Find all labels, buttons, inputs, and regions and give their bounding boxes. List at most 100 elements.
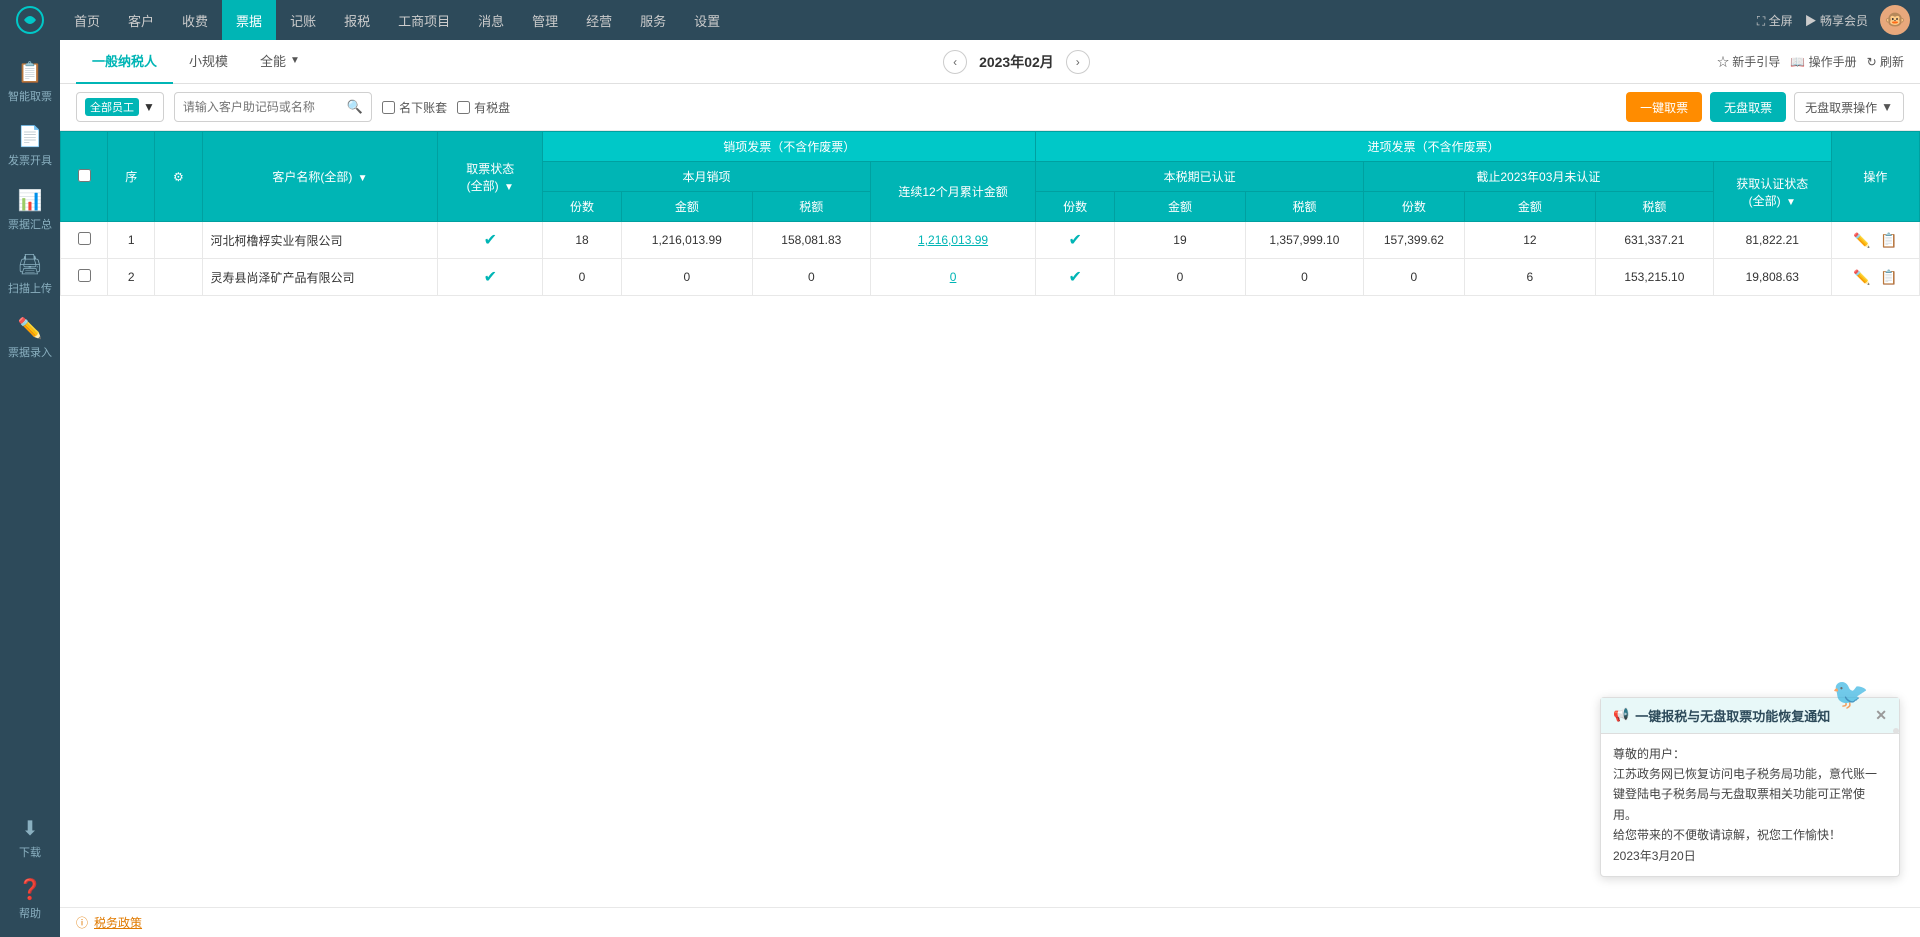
nav-settings[interactable]: 设置 bbox=[680, 0, 734, 40]
row2-action: ✏️ 📋 bbox=[1831, 259, 1919, 296]
row1-accum-12: 1,216,013.99 bbox=[870, 222, 1036, 259]
tab-small-scale[interactable]: 小规模 bbox=[173, 40, 244, 84]
row2-cert-check-icon: ✔ bbox=[1068, 269, 1081, 286]
row2-select-checkbox[interactable] bbox=[78, 269, 91, 282]
th-input-this-period: 本税期已认证 bbox=[1036, 162, 1364, 192]
account-filter-label[interactable]: 名下账套 bbox=[382, 99, 447, 116]
nav-account[interactable]: 记账 bbox=[276, 0, 330, 40]
th-customer-name: 客户名称(全部) ▼ bbox=[202, 132, 438, 222]
account-filter-text: 名下账套 bbox=[399, 99, 447, 116]
nav-message[interactable]: 消息 bbox=[464, 0, 518, 40]
guide-btn[interactable]: ☆ 新手引导 bbox=[1717, 53, 1780, 70]
nav-fee[interactable]: 收费 bbox=[168, 0, 222, 40]
tab-row: 一般纳税人 小规模 全能 ▼ ‹ 2023年02月 › ☆ 新手引导 📖 操作手… bbox=[60, 40, 1920, 84]
th-input-this-count: 份数 bbox=[1036, 192, 1115, 222]
next-month-btn[interactable]: › bbox=[1066, 50, 1090, 74]
row2-input-not-amount: 153,215.10 bbox=[1595, 259, 1713, 296]
nav-business[interactable]: 工商项目 bbox=[384, 0, 464, 40]
scan-upload-icon: 🖨 bbox=[17, 252, 42, 277]
search-icon[interactable]: 🔍 bbox=[347, 99, 363, 115]
th-seq: 序 bbox=[108, 132, 155, 222]
sidebar-item-label-smart-ticket: 智能取票 bbox=[8, 88, 52, 104]
fullscreen-btn[interactable]: ⛶ 全屏 bbox=[1757, 12, 1793, 29]
nav-tax[interactable]: 报税 bbox=[330, 0, 384, 40]
sidebar-item-label-invoice-entry: 票据录入 bbox=[8, 344, 52, 360]
sidebar-item-download[interactable]: ⬇ 下载 bbox=[0, 810, 60, 866]
tax-policy-link[interactable]: 税务政策 bbox=[94, 914, 142, 931]
sidebar-item-invoice-summary[interactable]: 📊 票据汇总 bbox=[0, 178, 60, 242]
diskless-op-label: 无盘取票操作 bbox=[1805, 99, 1877, 116]
notification-icon: 📢 bbox=[1613, 707, 1629, 723]
sidebar-item-invoice-entry[interactable]: ✏️ 票据录入 bbox=[0, 306, 60, 370]
nav-customer[interactable]: 客户 bbox=[114, 0, 168, 40]
diskless-ticket-operation-btn[interactable]: 无盘取票操作 ▼ bbox=[1794, 92, 1904, 122]
employee-filter[interactable]: 全部员工 ▼ bbox=[76, 92, 164, 122]
row2-checkbox bbox=[61, 259, 108, 296]
row1-select-checkbox[interactable] bbox=[78, 232, 91, 245]
top-navigation: 首页 客户 收费 票据 记账 报税 工商项目 消息 管理 经营 服务 设置 ⛶ … bbox=[0, 0, 1920, 40]
th-input-this-amount: 金额 bbox=[1114, 192, 1245, 222]
ticket-status-filter-icon[interactable]: ▼ bbox=[504, 182, 514, 193]
sidebar-bottom: ⬇ 下载 ❓ 帮助 bbox=[0, 810, 60, 927]
app-logo bbox=[10, 0, 50, 40]
row2-accum-12: 0 bbox=[870, 259, 1036, 296]
sidebar-item-help[interactable]: ❓ 帮助 bbox=[0, 871, 60, 927]
row1-input-not-amount: 631,337.21 bbox=[1595, 222, 1713, 259]
manual-btn[interactable]: 📖 操作手册 bbox=[1790, 53, 1856, 70]
current-month-label: 2023年02月 bbox=[979, 52, 1054, 72]
th-accum-12: 连续12个月累计金额 bbox=[870, 162, 1036, 222]
select-all-checkbox[interactable] bbox=[78, 169, 91, 182]
tab-all-label: 全能 bbox=[260, 51, 286, 70]
one-click-ticket-btn[interactable]: 一键取票 bbox=[1626, 92, 1702, 122]
customer-filter-icon[interactable]: ▼ bbox=[358, 173, 368, 184]
diskless-ticket-btn[interactable]: 无盘取票 bbox=[1710, 92, 1786, 122]
cert-status-filter-icon[interactable]: ▼ bbox=[1786, 197, 1796, 208]
notification-body: 尊敬的用户： 江苏政务网已恢复访问电子税务局功能，意代账一键登陆电子税务局与无盘… bbox=[1601, 734, 1899, 876]
row1-settings bbox=[155, 222, 202, 259]
tab-all[interactable]: 全能 ▼ bbox=[244, 40, 316, 84]
row1-detail-icon[interactable]: 📋 bbox=[1880, 232, 1897, 248]
row1-edit-icon[interactable]: ✏️ bbox=[1853, 232, 1870, 248]
sidebar-item-scan-upload[interactable]: 🖨 扫描上传 bbox=[0, 242, 60, 306]
row2-seq: 2 bbox=[108, 259, 155, 296]
user-avatar[interactable]: 🐵 bbox=[1880, 5, 1910, 35]
tax-device-filter-label[interactable]: 有税盘 bbox=[457, 99, 510, 116]
tab-all-dropdown-icon[interactable]: ▼ bbox=[290, 55, 300, 66]
row2-edit-icon[interactable]: ✏️ bbox=[1853, 269, 1870, 285]
vip-btn[interactable]: ▶ 畅享会员 bbox=[1805, 12, 1868, 29]
th-input-this-tax: 税额 bbox=[1245, 192, 1363, 222]
tax-policy-icon: ⓘ bbox=[76, 914, 88, 931]
notification-scrollbar[interactable] bbox=[1893, 728, 1899, 734]
sidebar-item-smart-ticket[interactable]: 📋 智能取票 bbox=[0, 50, 60, 114]
tax-device-filter-checkbox[interactable] bbox=[457, 101, 470, 114]
customer-search-input[interactable] bbox=[183, 100, 343, 114]
toolbar: 全部员工 ▼ 🔍 名下账套 有税盘 一键取票 无盘取票 无盘取票操作 ▼ bbox=[60, 84, 1920, 131]
bottom-status-bar: ⓘ 税务政策 bbox=[60, 907, 1920, 937]
sidebar-item-invoice-open[interactable]: 📄 发票开具 bbox=[0, 114, 60, 178]
nav-manage[interactable]: 管理 bbox=[518, 0, 572, 40]
top-right-area: ⛶ 全屏 ▶ 畅享会员 🐵 bbox=[1757, 5, 1910, 35]
row1-accum-link[interactable]: 1,216,013.99 bbox=[918, 233, 988, 247]
prev-month-btn[interactable]: ‹ bbox=[943, 50, 967, 74]
row1-action: ✏️ 📋 bbox=[1831, 222, 1919, 259]
tab-general-taxpayer[interactable]: 一般纳税人 bbox=[76, 40, 173, 84]
table-row: 1 河北柯橹桴实业有限公司 ✔ 18 1,216,013.99 158,081.… bbox=[61, 222, 1920, 259]
row1-check-icon: ✔ bbox=[484, 232, 497, 249]
sidebar-item-label-invoice-summary: 票据汇总 bbox=[8, 216, 52, 232]
row2-customer-name: 灵寿县尚泽矿产品有限公司 bbox=[202, 259, 438, 296]
row2-sales-tax: 0 bbox=[752, 259, 870, 296]
row2-accum-link[interactable]: 0 bbox=[950, 270, 957, 284]
th-month-sales: 本月销项 bbox=[543, 162, 871, 192]
notification-title: 一键报税与无盘取票功能恢复通知 bbox=[1635, 706, 1830, 725]
row1-input-not-tax: 81,822.21 bbox=[1713, 222, 1831, 259]
tab-row-right-actions: ☆ 新手引导 📖 操作手册 ↻ 刷新 bbox=[1717, 53, 1904, 70]
notification-popup: 🐦 📢 一键报税与无盘取票功能恢复通知 ✕ 尊敬的用户： 江苏政务网已恢复访问电… bbox=[1600, 697, 1900, 877]
row2-detail-icon[interactable]: 📋 bbox=[1880, 269, 1897, 285]
account-filter-checkbox[interactable] bbox=[382, 101, 395, 114]
nav-operation[interactable]: 经营 bbox=[572, 0, 626, 40]
refresh-btn[interactable]: ↻ 刷新 bbox=[1867, 53, 1904, 70]
nav-home[interactable]: 首页 bbox=[60, 0, 114, 40]
notification-close-btn[interactable]: ✕ bbox=[1875, 707, 1887, 724]
nav-invoice[interactable]: 票据 bbox=[222, 0, 276, 40]
nav-service[interactable]: 服务 bbox=[626, 0, 680, 40]
